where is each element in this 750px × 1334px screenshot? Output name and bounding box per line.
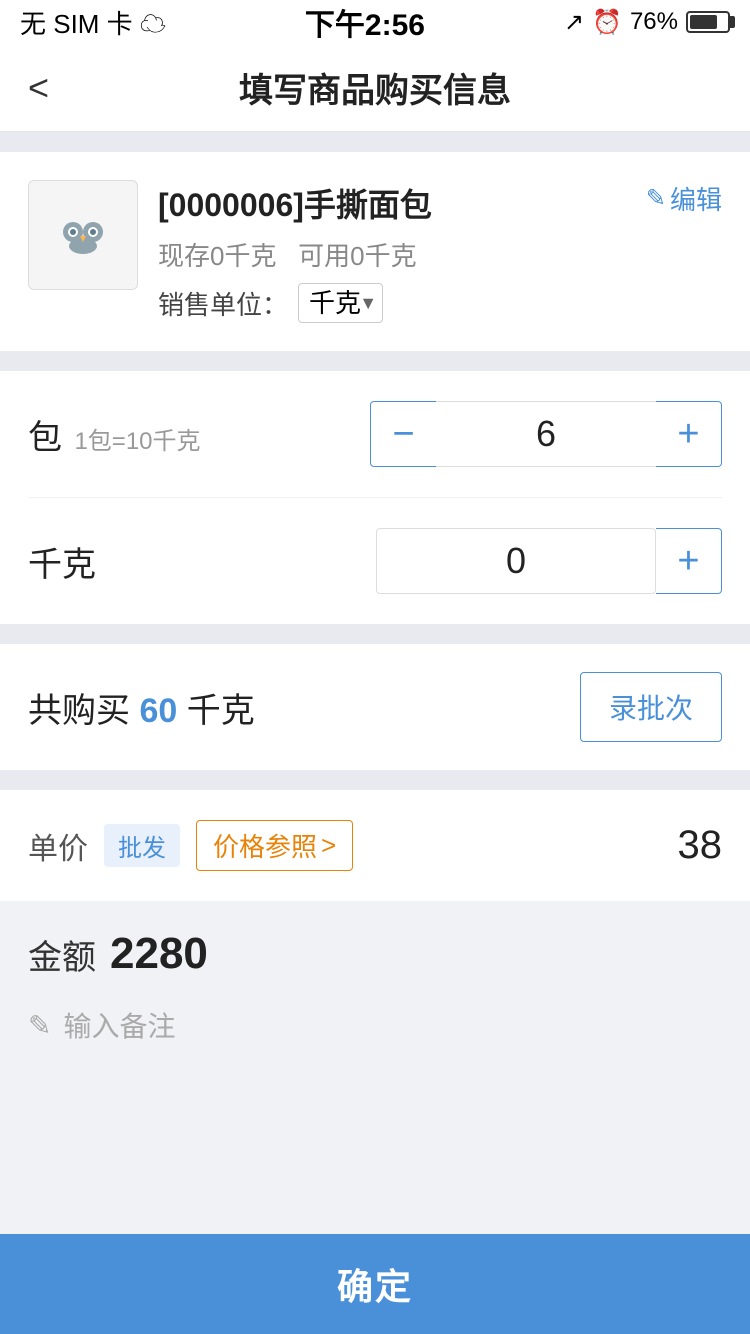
owl-logo [53,210,113,260]
package-increment-button[interactable]: + [656,401,722,467]
remark-placeholder: 输入备注 [63,1005,175,1045]
product-card: [0000006]手撕面包 ✎ 编辑 现存0千克 可用0千克 销售单位： 千克 … [0,152,750,351]
kilogram-qty-control: + [376,528,722,594]
product-thumbnail [28,180,138,290]
amount-label: 金额 [28,930,96,979]
section-divider-2 [0,351,750,371]
summary-quantity: 60 [139,692,177,730]
price-ref-button[interactable]: 价格参照 > [196,820,353,871]
input-section: 包 1包=10千克 − + 千克 + [0,371,750,624]
unit-select-wrap[interactable]: 千克 包 件 [298,283,383,323]
package-row: 包 1包=10千克 − + [28,371,722,498]
summary-section: 共购买 60 千克 录批次 [0,644,750,770]
pencil-icon: ✎ [28,1009,51,1042]
section-divider-3 [0,624,750,644]
amount-section: 金额 2280 ✎ 输入备注 [0,901,750,1075]
back-button[interactable]: < [28,67,49,109]
price-section: 单价 批发 价格参照 > 38 [0,790,750,901]
location-icon: ↗ [564,8,584,37]
summary-text: 共购买 60 千克 [28,683,255,732]
price-ref-arrow: > [321,830,336,861]
kilogram-qty-input[interactable] [376,528,656,594]
kilogram-label: 千克 [28,537,96,586]
kilogram-increment-button[interactable]: + [656,528,722,594]
price-badge: 批发 [104,824,180,867]
product-name: [0000006]手撕面包 [158,180,432,226]
package-label-group: 包 1包=10千克 [28,410,201,459]
batch-button[interactable]: 录批次 [580,672,722,742]
price-value: 38 [678,823,723,868]
amount-value: 2280 [110,929,208,979]
page-title: 填写商品购买信息 [239,63,511,112]
section-divider-top [0,132,750,152]
package-qty-input[interactable] [436,401,656,467]
product-header: [0000006]手撕面包 ✎ 编辑 [158,180,722,226]
edit-button[interactable]: ✎ 编辑 [646,180,722,217]
remark-row[interactable]: ✎ 输入备注 [28,989,722,1075]
alarm-icon: ⏰ [592,8,622,37]
battery-text: 76% [630,8,678,36]
status-left: 无 SIM 卡 ☁ [20,4,166,41]
confirm-button[interactable]: 确定 [0,1234,750,1334]
sim-status: 无 SIM 卡 ☁ [20,4,166,41]
product-unit-row: 销售单位： 千克 包 件 [158,283,722,323]
price-ref-label: 价格参照 [213,827,317,864]
package-label: 包 [28,419,62,457]
product-info: [0000006]手撕面包 ✎ 编辑 现存0千克 可用0千克 销售单位： 千克 … [158,180,722,323]
status-time: 下午2:56 [305,0,425,44]
amount-row: 金额 2280 [28,929,722,989]
spacer [0,1075,750,1234]
package-decrement-button[interactable]: − [370,401,436,467]
kilogram-row: 千克 + [28,498,722,624]
status-bar: 无 SIM 卡 ☁ 下午2:56 ↗ ⏰ 76% [0,0,750,44]
package-qty-control: − + [370,401,722,467]
status-right: ↗ ⏰ 76% [564,8,730,37]
battery-icon [686,11,730,33]
section-divider-4 [0,770,750,790]
nav-bar: < 填写商品购买信息 [0,44,750,132]
package-sublabel: 1包=10千克 [74,428,200,455]
edit-icon: ✎ [646,184,666,213]
unit-select[interactable]: 千克 包 件 [298,283,383,323]
product-stock: 现存0千克 可用0千克 [158,236,722,273]
price-label: 单价 [28,824,88,868]
